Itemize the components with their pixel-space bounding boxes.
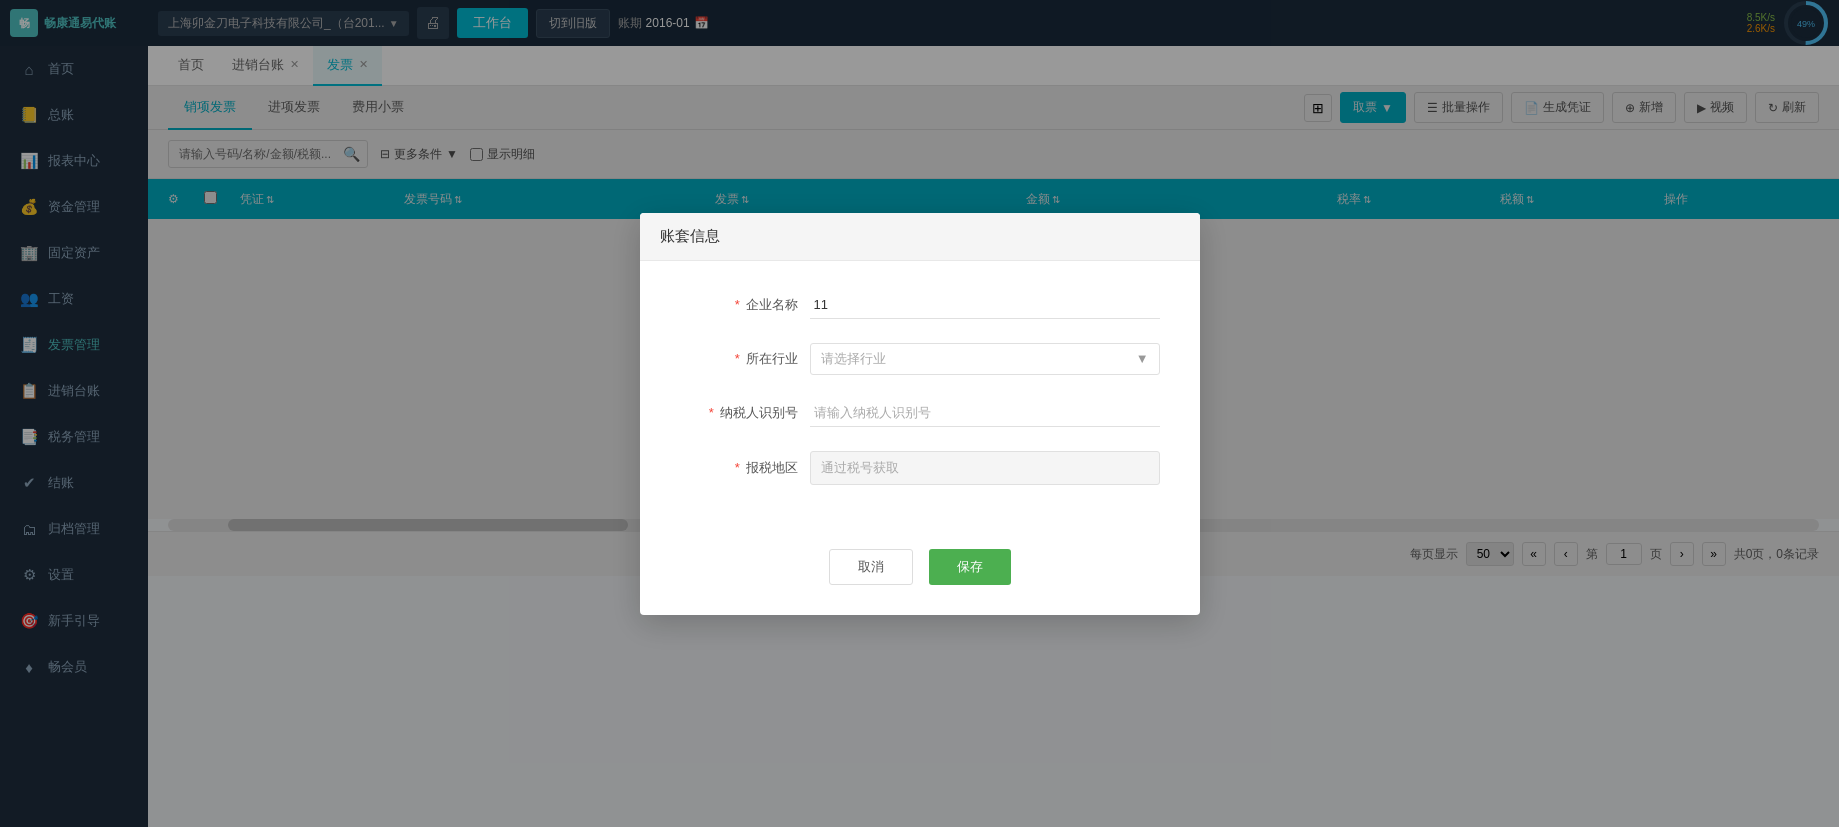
industry-select[interactable]: 请选择行业 ▼ — [810, 343, 1160, 375]
form-row-industry: * 所在行业 请选择行业 ▼ — [680, 343, 1160, 375]
tax-id-input[interactable] — [810, 399, 1160, 427]
tax-region-field: 通过税号获取 — [810, 451, 1160, 485]
chevron-down-icon: ▼ — [1136, 351, 1149, 366]
account-info-dialog: 账套信息 * 企业名称 * 所在行业 请选择行业 ▼ — [640, 213, 1200, 615]
dialog-footer: 取消 保存 — [640, 539, 1200, 615]
company-name-label: * 企业名称 — [680, 296, 810, 314]
dialog-header: 账套信息 — [640, 213, 1200, 261]
tax-region-label: * 报税地区 — [680, 459, 810, 477]
form-row-tax-region: * 报税地区 通过税号获取 — [680, 451, 1160, 485]
cancel-button[interactable]: 取消 — [829, 549, 913, 585]
modal-overlay: 账套信息 * 企业名称 * 所在行业 请选择行业 ▼ — [0, 0, 1839, 827]
save-button[interactable]: 保存 — [929, 549, 1011, 585]
tax-id-label: * 纳税人识别号 — [680, 404, 810, 422]
form-row-tax-id: * 纳税人识别号 — [680, 399, 1160, 427]
company-name-input[interactable] — [810, 291, 1160, 319]
industry-label: * 所在行业 — [680, 350, 810, 368]
dialog-body: * 企业名称 * 所在行业 请选择行业 ▼ * — [640, 261, 1200, 539]
form-row-company: * 企业名称 — [680, 291, 1160, 319]
